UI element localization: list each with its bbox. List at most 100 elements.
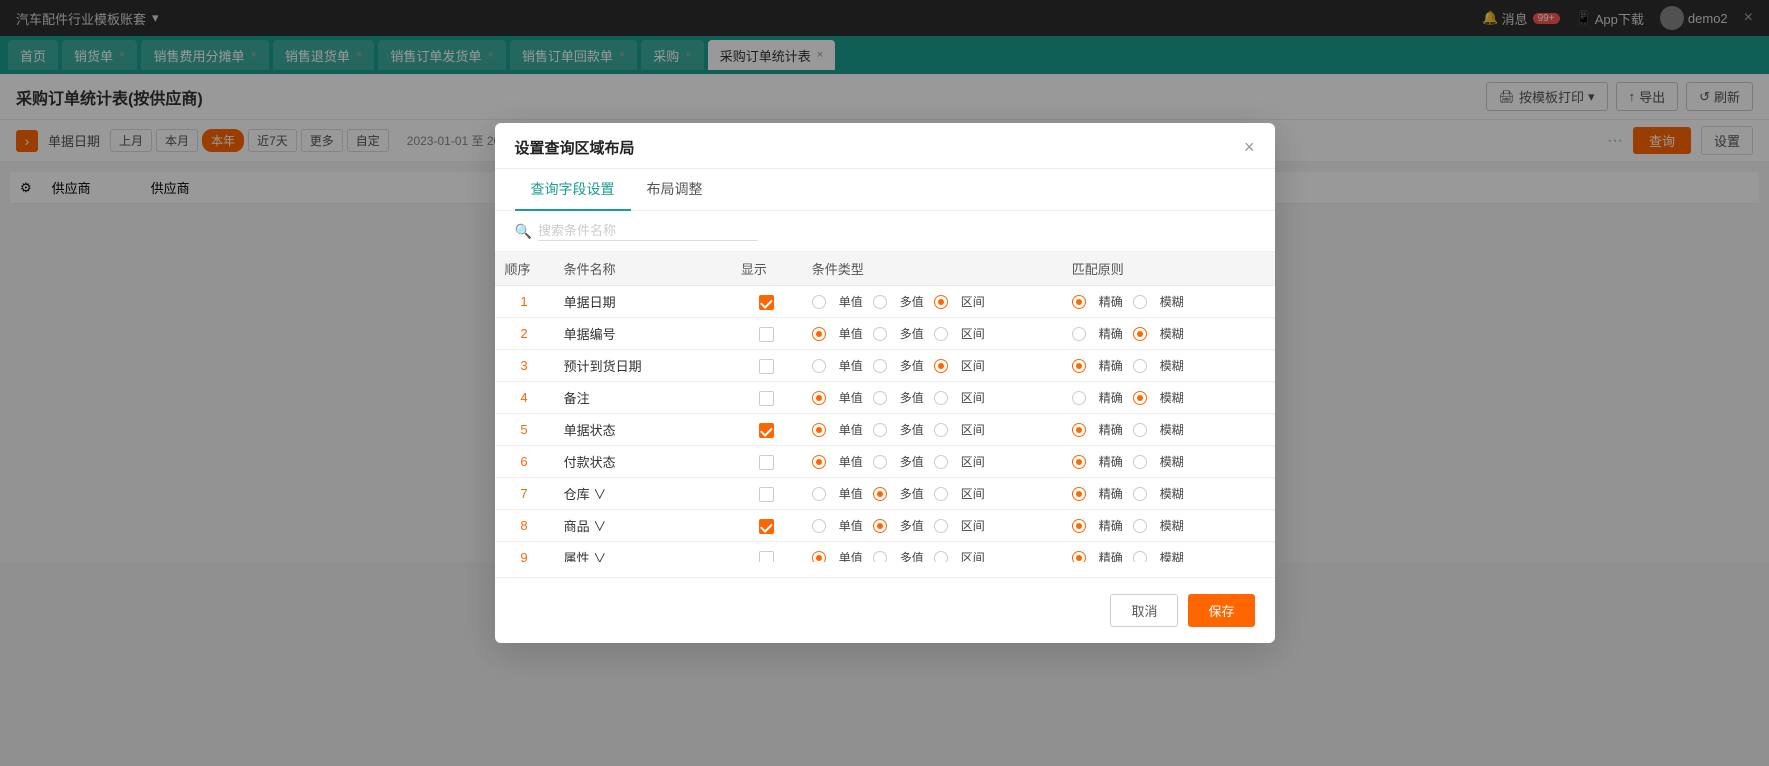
cell-display[interactable] [731, 318, 802, 350]
dialog-close-button[interactable]: × [1244, 137, 1255, 158]
display-checkbox[interactable] [759, 359, 774, 374]
type-radio-label-range: 区间 [961, 325, 985, 342]
dialog-tab-layout[interactable]: 布局调整 [631, 169, 719, 211]
match-radio-exact[interactable] [1072, 295, 1086, 309]
match-radio-exact[interactable] [1072, 455, 1086, 469]
th-order: 顺序 [495, 252, 554, 286]
match-radio-fuzzy[interactable] [1133, 327, 1147, 341]
match-radio-exact[interactable] [1072, 391, 1086, 405]
type-radio-single[interactable] [812, 327, 826, 341]
dialog-tabs: 查询字段设置 布局调整 [495, 169, 1275, 211]
display-checkbox[interactable] [759, 455, 774, 470]
display-checkbox[interactable] [759, 487, 774, 502]
match-radio-label-exact: 精确 [1099, 453, 1123, 470]
match-radio-fuzzy[interactable] [1133, 423, 1147, 437]
match-radio-fuzzy[interactable] [1133, 295, 1147, 309]
type-radio-label-range: 区间 [961, 517, 985, 534]
match-radio-exact[interactable] [1072, 519, 1086, 533]
match-radio-exact[interactable] [1072, 423, 1086, 437]
cell-display[interactable] [731, 446, 802, 478]
match-radio-exact[interactable] [1072, 551, 1086, 563]
cell-match: 精确模糊 [1062, 478, 1275, 510]
type-radio-range[interactable] [934, 519, 948, 533]
cell-display[interactable] [731, 510, 802, 542]
cell-name: 单据日期 [554, 286, 731, 318]
type-radio-single[interactable] [812, 391, 826, 405]
match-radio-label-fuzzy: 模糊 [1160, 453, 1184, 470]
cell-order: 2 [495, 318, 554, 350]
dialog-tab-query-fields[interactable]: 查询字段设置 [515, 169, 631, 211]
cell-display[interactable] [731, 478, 802, 510]
cancel-button[interactable]: 取消 [1110, 594, 1178, 627]
display-checkbox[interactable] [759, 551, 774, 562]
cell-order: 1 [495, 286, 554, 318]
cell-display[interactable] [731, 414, 802, 446]
match-radio-exact[interactable] [1072, 327, 1086, 341]
display-checkbox[interactable] [759, 423, 774, 438]
match-radio-exact[interactable] [1072, 487, 1086, 501]
cell-type: 单值多值区间 [802, 478, 1062, 510]
match-radio-label-fuzzy: 模糊 [1160, 357, 1184, 374]
match-radio-fuzzy[interactable] [1133, 487, 1147, 501]
cell-match: 精确模糊 [1062, 510, 1275, 542]
match-radio-label-exact: 精确 [1099, 293, 1123, 310]
type-radio-single[interactable] [812, 487, 826, 501]
type-radio-multi[interactable] [873, 551, 887, 563]
match-radio-fuzzy[interactable] [1133, 391, 1147, 405]
type-radio-range[interactable] [934, 487, 948, 501]
display-checkbox[interactable] [759, 327, 774, 342]
table-row: 7仓库 ∨单值多值区间精确模糊 [495, 478, 1275, 510]
type-radio-multi[interactable] [873, 295, 887, 309]
display-checkbox[interactable] [759, 391, 774, 406]
cell-display[interactable] [731, 286, 802, 318]
type-radio-single[interactable] [812, 455, 826, 469]
type-radio-multi[interactable] [873, 455, 887, 469]
type-radio-single[interactable] [812, 423, 826, 437]
dialog-footer: 取消 保存 [495, 577, 1275, 643]
type-radio-multi[interactable] [873, 519, 887, 533]
cell-display[interactable] [731, 542, 802, 563]
type-radio-range[interactable] [934, 551, 948, 563]
type-radio-label-multi: 多值 [900, 485, 924, 502]
type-radio-range[interactable] [934, 423, 948, 437]
cell-display[interactable] [731, 382, 802, 414]
conditions-table-container: 顺序 条件名称 显示 条件类型 匹配原则 1单据日期单值多值区间精确模糊2单据编… [495, 252, 1275, 562]
type-radio-label-single: 单值 [839, 549, 863, 562]
type-radio-single[interactable] [812, 519, 826, 533]
type-radio-single[interactable] [812, 359, 826, 373]
type-radio-range[interactable] [934, 359, 948, 373]
cell-type: 单值多值区间 [802, 382, 1062, 414]
display-checkbox[interactable] [759, 295, 774, 310]
cell-match: 精确模糊 [1062, 414, 1275, 446]
match-radio-fuzzy[interactable] [1133, 519, 1147, 533]
cell-name: 备注 [554, 382, 731, 414]
cell-order: 7 [495, 478, 554, 510]
type-radio-multi[interactable] [873, 359, 887, 373]
type-radio-label-single: 单值 [839, 357, 863, 374]
table-row: 3预计到货日期单值多值区间精确模糊 [495, 350, 1275, 382]
type-radio-multi[interactable] [873, 327, 887, 341]
type-radio-range[interactable] [934, 455, 948, 469]
match-radio-fuzzy[interactable] [1133, 551, 1147, 563]
type-radio-label-range: 区间 [961, 293, 985, 310]
type-radio-multi[interactable] [873, 391, 887, 405]
cell-name: 付款状态 [554, 446, 731, 478]
search-input[interactable] [538, 221, 758, 241]
match-radio-exact[interactable] [1072, 359, 1086, 373]
type-radio-multi[interactable] [873, 423, 887, 437]
dialog-tab-layout-label: 布局调整 [647, 181, 703, 197]
save-button[interactable]: 保存 [1188, 594, 1254, 627]
cell-display[interactable] [731, 350, 802, 382]
type-radio-single[interactable] [812, 295, 826, 309]
th-display: 显示 [731, 252, 802, 286]
type-radio-range[interactable] [934, 295, 948, 309]
match-radio-fuzzy[interactable] [1133, 359, 1147, 373]
table-row: 1单据日期单值多值区间精确模糊 [495, 286, 1275, 318]
type-radio-single[interactable] [812, 551, 826, 563]
type-radio-label-multi: 多值 [900, 421, 924, 438]
display-checkbox[interactable] [759, 519, 774, 534]
type-radio-multi[interactable] [873, 487, 887, 501]
type-radio-range[interactable] [934, 327, 948, 341]
match-radio-fuzzy[interactable] [1133, 455, 1147, 469]
type-radio-range[interactable] [934, 391, 948, 405]
